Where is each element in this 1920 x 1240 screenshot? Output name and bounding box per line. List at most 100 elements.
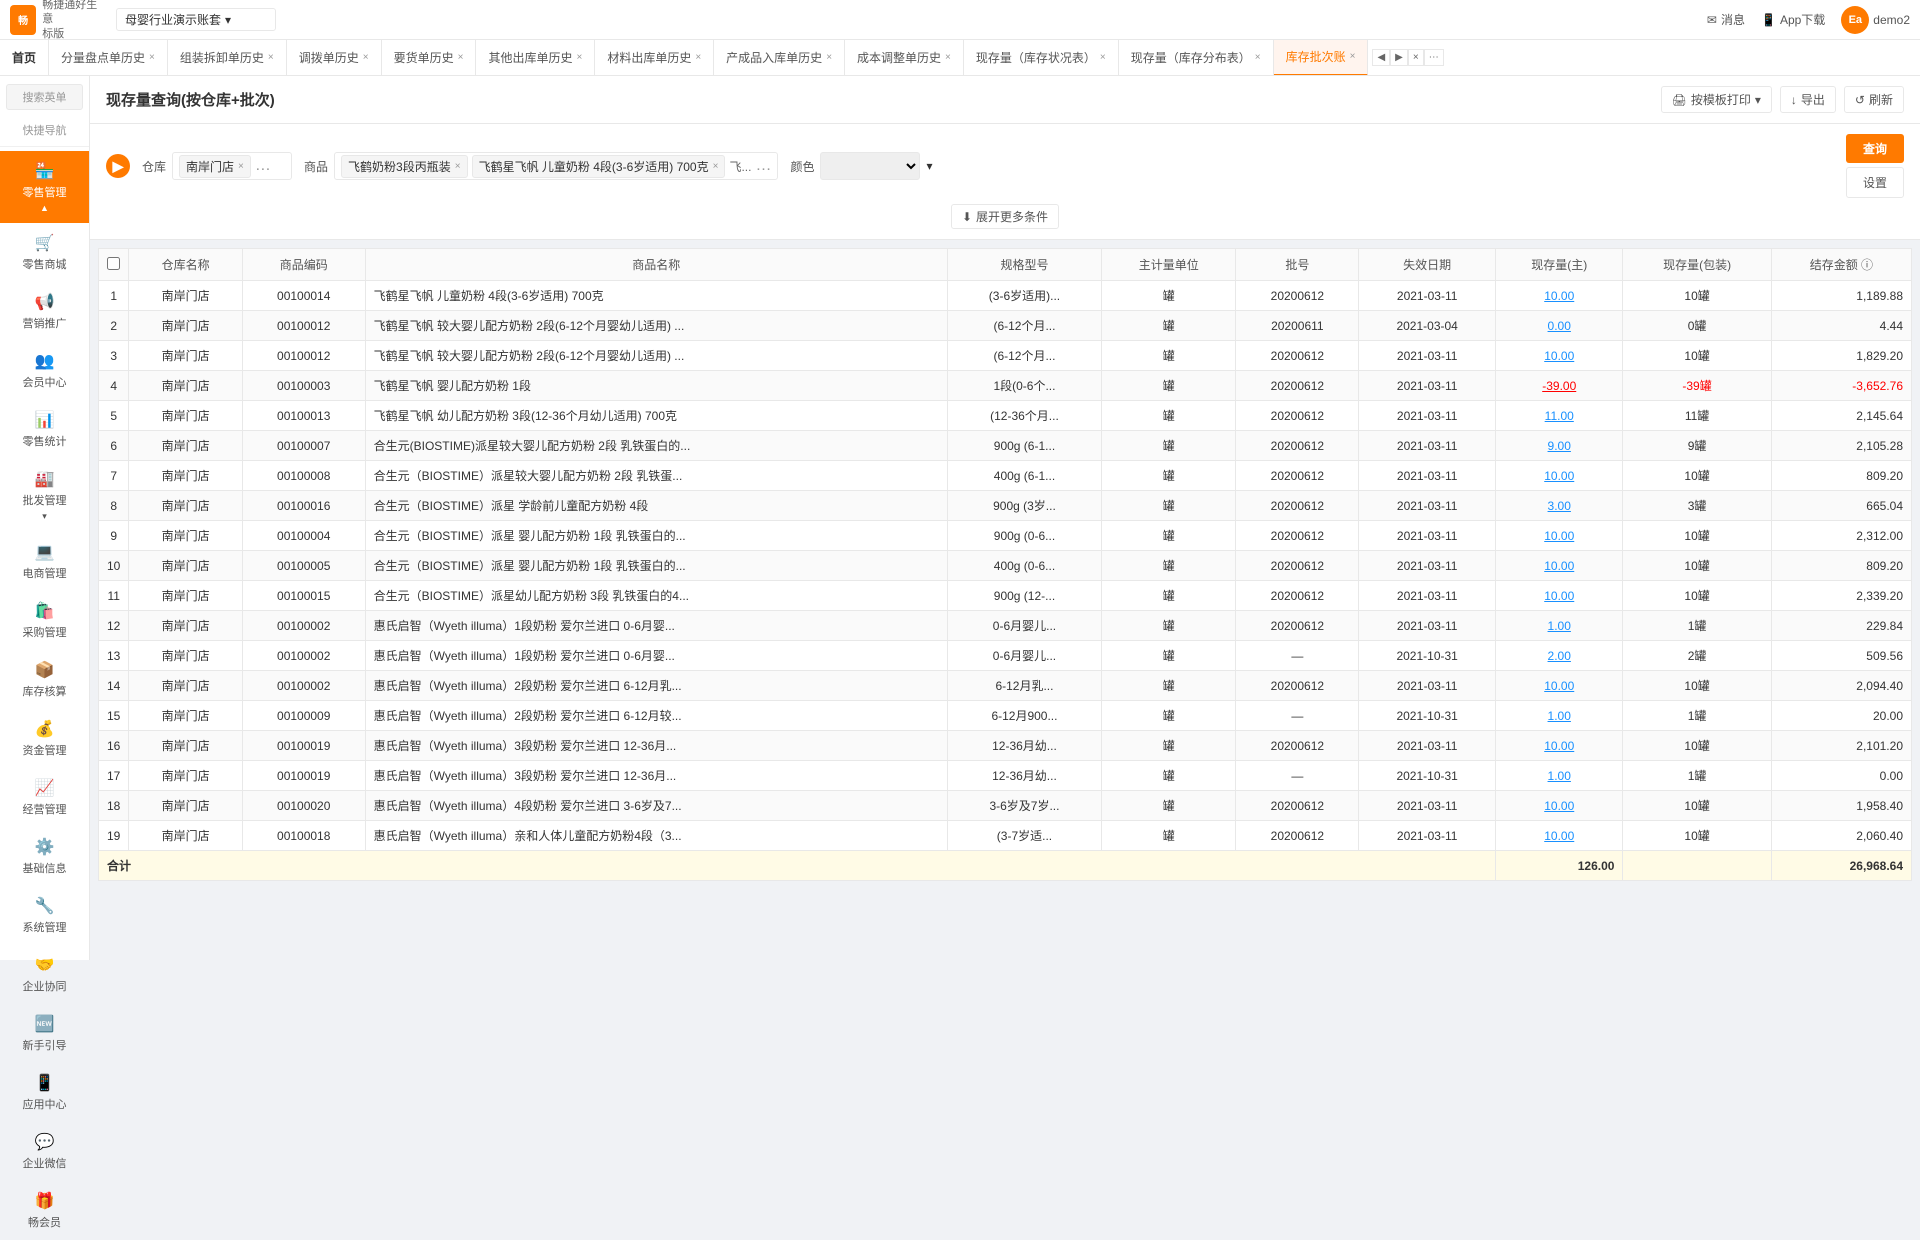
sidebar-item-wechat[interactable]: 💬 企业微信: [0, 1122, 89, 1181]
tab-close-9[interactable]: ×: [1100, 52, 1106, 63]
sidebar-item-ecommerce[interactable]: 💻 电商管理: [0, 532, 89, 591]
tab-home[interactable]: 首页: [0, 40, 49, 76]
td-spec: 0-6月婴儿...: [947, 611, 1101, 641]
tab-close-3[interactable]: ×: [363, 52, 369, 63]
app-download-button[interactable]: 📱 App下载: [1761, 11, 1825, 28]
td-code: 00100008: [242, 461, 365, 491]
td-qty-main[interactable]: 10.00: [1496, 731, 1623, 761]
tab-5[interactable]: 其他出库单历史 ×: [476, 40, 595, 76]
tab-1[interactable]: 分量盘点单历史 ×: [49, 40, 168, 76]
sidebar-item-marketing[interactable]: 📢 营销推广: [0, 282, 89, 341]
warehouse-tag-area[interactable]: 南岸门店 × …: [172, 152, 292, 180]
expand-button[interactable]: ⬇ 展开更多条件: [951, 204, 1059, 229]
sidebar-item-collab[interactable]: 🤝 企业协同: [0, 945, 89, 1004]
td-no: 19: [99, 821, 129, 851]
sidebar-item-purchase[interactable]: 🛍️ 采购管理: [0, 591, 89, 650]
message-button[interactable]: ✉ 消息: [1707, 11, 1745, 28]
tab-close-5[interactable]: ×: [576, 52, 582, 63]
settings-button[interactable]: 设置: [1846, 167, 1904, 198]
td-qty-main[interactable]: 1.00: [1496, 761, 1623, 791]
td-qty-main[interactable]: 10.00: [1496, 521, 1623, 551]
tab-3[interactable]: 调拨单历史 ×: [287, 40, 382, 76]
tab-close-1[interactable]: ×: [149, 52, 155, 63]
td-no: 5: [99, 401, 129, 431]
td-qty-main[interactable]: 10.00: [1496, 671, 1623, 701]
tab-close-6[interactable]: ×: [695, 52, 701, 63]
td-qty-main[interactable]: 3.00: [1496, 491, 1623, 521]
tab-4[interactable]: 要货单历史 ×: [382, 40, 477, 76]
sidebar-item-finance[interactable]: 💰 资金管理: [0, 709, 89, 768]
td-qty-main[interactable]: 10.00: [1496, 791, 1623, 821]
goods-tag-close-1[interactable]: ×: [455, 161, 461, 172]
td-expire: 2021-03-11: [1359, 821, 1496, 851]
nav-more[interactable]: ⋯: [1424, 49, 1444, 66]
tab-11[interactable]: 库存批次账 ×: [1274, 40, 1369, 76]
tab-close-2[interactable]: ×: [268, 52, 274, 63]
total-label: 合计: [99, 851, 1496, 881]
purchase-icon: 🛍️: [35, 601, 55, 621]
sidebar-nav-label[interactable]: 快捷导航: [0, 118, 89, 142]
goods-tag-close-2[interactable]: ×: [713, 161, 719, 172]
sidebar-item-guide[interactable]: 🆕 新手引导: [0, 1004, 89, 1063]
td-qty-pkg: 1罐: [1623, 701, 1771, 731]
td-qty-main[interactable]: 2.00: [1496, 641, 1623, 671]
td-qty-main[interactable]: 10.00: [1496, 461, 1623, 491]
sidebar-item-vip[interactable]: 🎁 畅会员: [0, 1181, 89, 1240]
th-checkbox[interactable]: [99, 249, 129, 281]
tab-close-8[interactable]: ×: [945, 52, 951, 63]
tab-close-10[interactable]: ×: [1255, 52, 1261, 63]
sidebar-search-area: 搜索英单: [0, 76, 89, 118]
goods-tag-area[interactable]: 飞鹤奶粉3段丙瓶装 × 飞鹤星飞帆 儿童奶粉 4段(3-6岁适用) 700克 ×…: [334, 152, 778, 180]
sidebar-item-operations[interactable]: 📈 经营管理: [0, 768, 89, 827]
workspace-selector[interactable]: 母婴行业演示账套 ▾: [116, 8, 276, 31]
tab-8[interactable]: 成本调整单历史 ×: [845, 40, 964, 76]
sidebar-item-retail[interactable]: 🏪 零售管理 ▲: [0, 151, 89, 223]
search-input[interactable]: 搜索英单: [6, 84, 83, 110]
td-amount: -3,652.76: [1771, 371, 1911, 401]
tab-close-11[interactable]: ×: [1350, 51, 1356, 62]
sidebar-item-inventory[interactable]: 📦 库存核算: [0, 650, 89, 709]
tab-close-7[interactable]: ×: [826, 52, 832, 63]
expand-arrow[interactable]: ▶: [106, 154, 130, 178]
td-warehouse: 南岸门店: [129, 611, 242, 641]
query-button[interactable]: 查询: [1846, 134, 1904, 163]
tab-10[interactable]: 现存量（库存分布表） ×: [1119, 40, 1274, 76]
sidebar-item-system[interactable]: 🔧 系统管理: [0, 886, 89, 945]
tab-6[interactable]: 材料出库单历史 ×: [595, 40, 714, 76]
sidebar-item-retail-stats[interactable]: 📊 零售统计: [0, 400, 89, 459]
user-profile[interactable]: Ea demo2: [1841, 6, 1910, 34]
print-button[interactable]: 🖨 按模板打印 ▾: [1661, 86, 1772, 113]
td-batch: 20200612: [1236, 611, 1359, 641]
warehouse-tag-close[interactable]: ×: [238, 161, 244, 172]
td-spec: 900g (12-...: [947, 581, 1101, 611]
td-qty-main[interactable]: 9.00: [1496, 431, 1623, 461]
sidebar-label-retail: 零售管理: [23, 184, 67, 200]
tab-close-4[interactable]: ×: [458, 52, 464, 63]
nav-next[interactable]: ▶: [1390, 49, 1408, 66]
td-qty-main[interactable]: 10.00: [1496, 821, 1623, 851]
select-all-checkbox[interactable]: [107, 257, 120, 270]
nav-close-all[interactable]: ×: [1408, 49, 1424, 66]
logo-icon-text: 畅: [18, 12, 28, 27]
td-qty-main[interactable]: 1.00: [1496, 701, 1623, 731]
td-qty-main[interactable]: 10.00: [1496, 341, 1623, 371]
refresh-button[interactable]: ↺ 刷新: [1844, 86, 1904, 113]
tab-2[interactable]: 组装拆卸单历史 ×: [168, 40, 287, 76]
tab-9[interactable]: 现存量（库存状况表） ×: [964, 40, 1119, 76]
nav-prev[interactable]: ◀: [1372, 49, 1390, 66]
td-qty-main[interactable]: -39.00: [1496, 371, 1623, 401]
sidebar-item-wholesale[interactable]: 🏭 批发管理 ▾: [0, 459, 89, 532]
sidebar-item-apps[interactable]: 📱 应用中心: [0, 1063, 89, 1122]
sidebar-item-members[interactable]: 👥 会员中心: [0, 341, 89, 400]
td-qty-main[interactable]: 10.00: [1496, 581, 1623, 611]
color-select[interactable]: [820, 152, 920, 180]
sidebar-item-mall[interactable]: 🛒 零售商城: [0, 223, 89, 282]
td-qty-main[interactable]: 10.00: [1496, 551, 1623, 581]
td-qty-main[interactable]: 0.00: [1496, 311, 1623, 341]
td-qty-main[interactable]: 1.00: [1496, 611, 1623, 641]
td-qty-main[interactable]: 10.00: [1496, 281, 1623, 311]
export-button[interactable]: ↓ 导出: [1780, 86, 1836, 113]
sidebar-item-basic[interactable]: ⚙️ 基础信息: [0, 827, 89, 886]
td-qty-main[interactable]: 11.00: [1496, 401, 1623, 431]
tab-7[interactable]: 产成品入库单历史 ×: [714, 40, 845, 76]
